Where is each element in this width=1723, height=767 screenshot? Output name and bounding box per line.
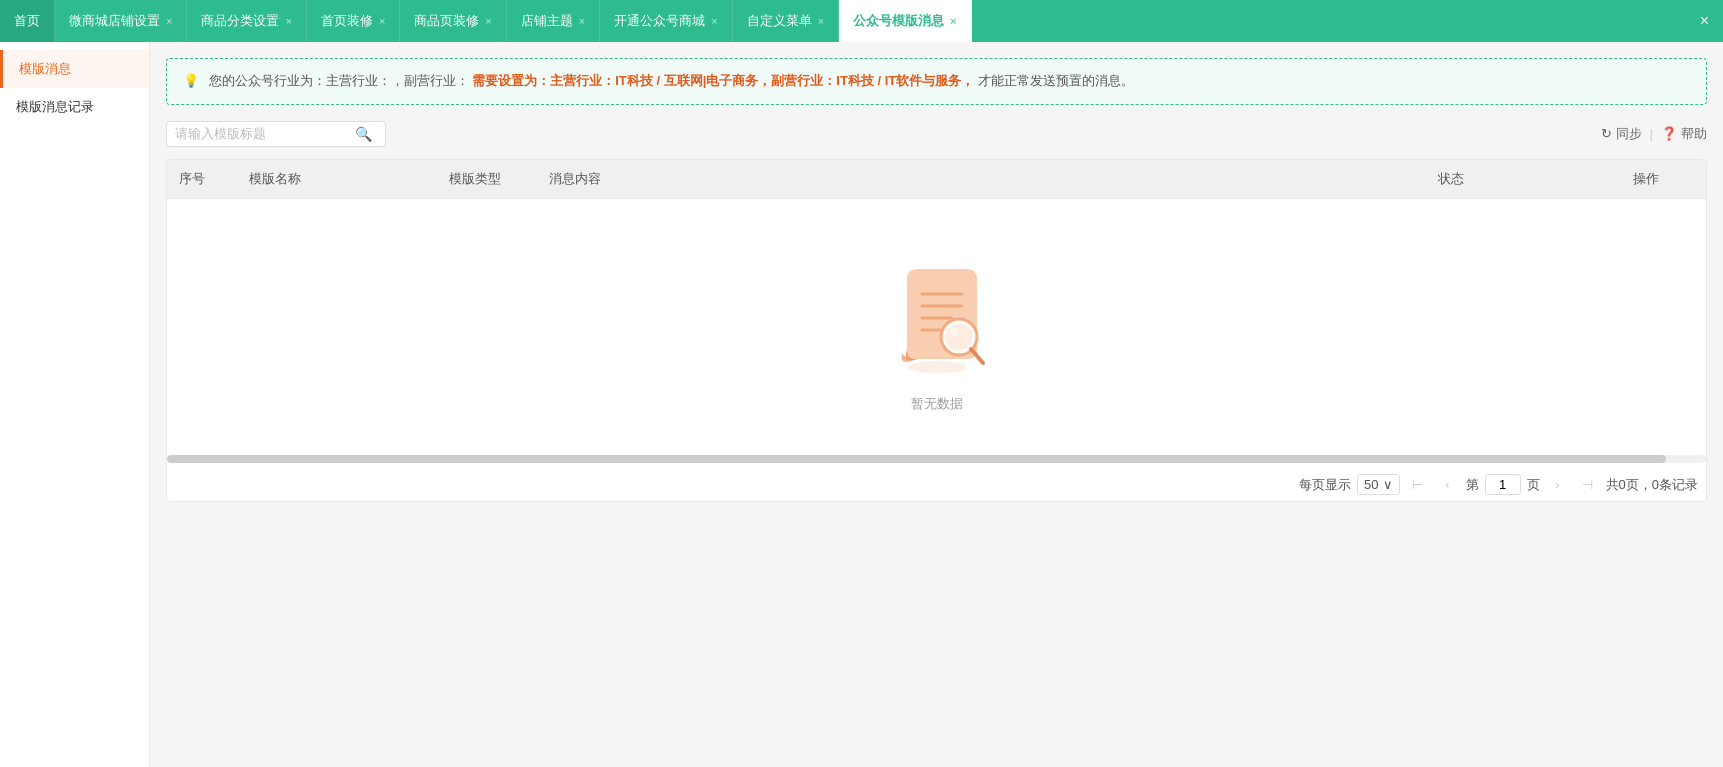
empty-state: 暂无数据 (167, 199, 1706, 453)
page-last-button[interactable]: ⊣ (1576, 473, 1600, 497)
close-all-icon: × (1700, 12, 1709, 30)
top-nav: 首页 微商城店铺设置 × 商品分类设置 × 首页装修 × 商品页装修 × 店铺主… (0, 0, 1723, 42)
notice-suffix: 才能正常发送预置的消息。 (978, 73, 1134, 88)
page-size-chevron-icon: ∨ (1383, 477, 1393, 492)
page-size-select[interactable]: 50 ∨ (1357, 474, 1399, 495)
nav-tab-store-settings-label: 微商城店铺设置 (69, 12, 160, 30)
toolbar-divider: | (1650, 126, 1653, 141)
col-header-action: 操作 (1586, 160, 1706, 198)
page-first-button[interactable]: ⊢ (1406, 473, 1430, 497)
page-size-value: 50 (1364, 477, 1378, 492)
sidebar-item-template-msg-log-label: 模版消息记录 (16, 99, 94, 114)
notice-prefix: 您的公众号行业为：主营行业：，副营行业： (209, 73, 469, 88)
nav-tab-store-settings[interactable]: 微商城店铺设置 × (55, 0, 187, 42)
search-icon[interactable]: 🔍 (355, 126, 372, 142)
sync-label: 同步 (1616, 125, 1642, 143)
col-header-status: 状态 (1426, 160, 1586, 198)
horizontal-scrollbar[interactable] (167, 455, 1706, 463)
nav-tab-open-wechat-store[interactable]: 开通公众号商城 × (600, 0, 732, 42)
sidebar: 模版消息 模版消息记录 (0, 42, 150, 767)
sync-icon: ↻ (1601, 126, 1612, 141)
content-area: 💡 您的公众号行业为：主营行业：，副营行业： 需要设置为：主营行业：IT科技 /… (150, 42, 1723, 767)
nav-tab-custom-menu[interactable]: 自定义菜单 × (733, 0, 839, 42)
notice-highlight: 需要设置为：主营行业：IT科技 / 互联网|电子商务，副营行业：IT科技 / I… (472, 73, 974, 88)
help-button[interactable]: ❓ 帮助 (1661, 125, 1707, 143)
page-next-button[interactable]: › (1546, 473, 1570, 497)
toolbar-right: ↻ 同步 | ❓ 帮助 (1601, 125, 1707, 143)
nav-tab-home-decor-label: 首页装修 (321, 12, 373, 30)
pagination: 每页显示 50 ∨ ⊢ ‹ 第 页 › ⊣ 共0页，0条记录 (167, 463, 1706, 501)
notice-box: 💡 您的公众号行业为：主营行业：，副营行业： 需要设置为：主营行业：IT科技 /… (166, 58, 1707, 105)
help-icon: ❓ (1661, 126, 1677, 141)
nav-tab-open-wechat-store-label: 开通公众号商城 (614, 12, 705, 30)
empty-icon (877, 259, 997, 379)
svg-point-6 (946, 324, 972, 350)
table-header: 序号 模版名称 模版类型 消息内容 状态 操作 (167, 160, 1706, 199)
page-prev-button[interactable]: ‹ (1436, 473, 1460, 497)
col-header-seq: 序号 (167, 160, 237, 198)
col-header-name: 模版名称 (237, 160, 437, 198)
nav-tab-category-settings-close[interactable]: × (285, 15, 291, 27)
nav-tab-product-decor[interactable]: 商品页装修 × (400, 0, 506, 42)
scrollbar-thumb[interactable] (167, 455, 1666, 463)
nav-tab-home-decor[interactable]: 首页装修 × (307, 0, 400, 42)
nav-tab-home[interactable]: 首页 (0, 0, 55, 42)
sidebar-item-template-msg[interactable]: 模版消息 (0, 50, 149, 88)
nav-tab-template-msg[interactable]: 公众号模版消息 × (839, 0, 971, 42)
nav-tab-product-decor-label: 商品页装修 (414, 12, 479, 30)
main-layout: 模版消息 模版消息记录 💡 您的公众号行业为：主营行业：，副营行业： 需要设置为… (0, 42, 1723, 767)
nav-tab-store-theme[interactable]: 店铺主题 × (507, 0, 600, 42)
total-label: 共0页，0条记录 (1606, 476, 1698, 494)
empty-text: 暂无数据 (911, 395, 963, 413)
nav-tab-product-decor-close[interactable]: × (485, 15, 491, 27)
nav-tab-store-theme-label: 店铺主题 (521, 12, 573, 30)
page-input[interactable] (1485, 474, 1521, 495)
search-input-wrap[interactable]: 🔍 (166, 121, 386, 147)
nav-tab-category-settings[interactable]: 商品分类设置 × (187, 0, 306, 42)
page-unit: 页 (1527, 476, 1540, 494)
notice-icon: 💡 (183, 73, 199, 88)
nav-tab-custom-menu-label: 自定义菜单 (747, 12, 812, 30)
search-bar: 🔍 ↻ 同步 | ❓ 帮助 (166, 121, 1707, 147)
search-input[interactable] (175, 126, 355, 141)
nav-tab-custom-menu-close[interactable]: × (818, 15, 824, 27)
nav-tab-template-msg-close[interactable]: × (950, 15, 956, 27)
nav-tab-category-settings-label: 商品分类设置 (201, 12, 279, 30)
nav-tab-store-settings-close[interactable]: × (166, 15, 172, 27)
data-table: 序号 模版名称 模版类型 消息内容 状态 操作 (166, 159, 1707, 502)
close-all-button[interactable]: × (1686, 0, 1723, 42)
nav-tab-open-wechat-store-close[interactable]: × (711, 15, 717, 27)
nav-tab-store-theme-close[interactable]: × (579, 15, 585, 27)
col-header-type: 模版类型 (437, 160, 537, 198)
sidebar-item-template-msg-log[interactable]: 模版消息记录 (0, 88, 149, 126)
nav-tab-template-msg-label: 公众号模版消息 (853, 12, 944, 30)
nav-tab-home-label: 首页 (14, 12, 40, 30)
svg-point-8 (950, 328, 958, 336)
page-size-label: 每页显示 (1299, 476, 1351, 494)
help-label: 帮助 (1681, 125, 1707, 143)
sidebar-item-template-msg-label: 模版消息 (19, 61, 71, 76)
sync-button[interactable]: ↻ 同步 (1601, 125, 1642, 143)
svg-point-0 (907, 361, 967, 373)
page-label: 第 (1466, 476, 1479, 494)
col-header-content: 消息内容 (537, 160, 1426, 198)
nav-tab-home-decor-close[interactable]: × (379, 15, 385, 27)
